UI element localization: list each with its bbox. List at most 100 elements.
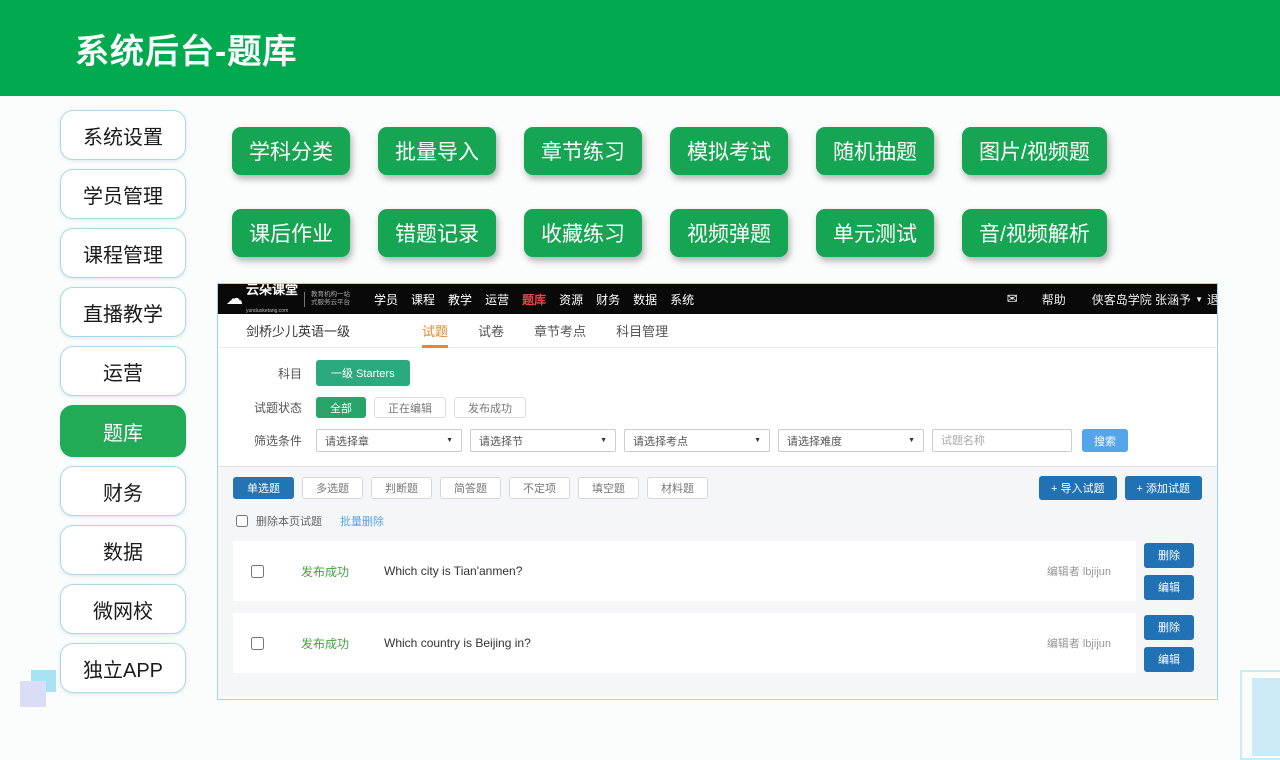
- feature-unit-test[interactable]: 单元测试: [816, 209, 934, 257]
- feature-favorite-practice[interactable]: 收藏练习: [524, 209, 642, 257]
- brand-logo[interactable]: ☁ 云朵课堂 yunduoketang.com 教育机构一站 式服务云平台: [226, 283, 350, 317]
- logout-link[interactable]: 退出: [1207, 291, 1218, 308]
- nav-data[interactable]: 数据: [633, 291, 657, 308]
- qtype-indefinite[interactable]: 不定项: [509, 477, 570, 499]
- question-editor: 编辑者 lbjijun: [1047, 635, 1111, 651]
- help-link[interactable]: 帮助: [1042, 291, 1066, 308]
- delete-question-button[interactable]: 删除: [1144, 543, 1194, 568]
- subject-tag[interactable]: 一级 Starters: [316, 360, 410, 386]
- chapter-select[interactable]: 请选择章 ▼: [316, 429, 462, 452]
- nav-teaching[interactable]: 教学: [448, 291, 472, 308]
- edit-question-button[interactable]: 编辑: [1144, 575, 1194, 600]
- delete-question-button[interactable]: 删除: [1144, 615, 1194, 640]
- cloud-icon: ☁: [226, 289, 243, 309]
- feature-mock-exam[interactable]: 模拟考试: [670, 127, 788, 175]
- nav-courses[interactable]: 课程: [411, 291, 435, 308]
- feature-subject-category[interactable]: 学科分类: [232, 127, 350, 175]
- question-actions: 删除 编辑: [1144, 541, 1202, 601]
- feature-wrong-question-record[interactable]: 错题记录: [378, 209, 496, 257]
- difficulty-select-value: 请选择难度: [787, 433, 842, 449]
- condition-filter-row: 筛选条件 请选择章 ▼ 请选择节 ▼ 请选择考点 ▼ 请选择难度 ▼ 搜索: [232, 429, 1217, 452]
- feature-chapter-practice[interactable]: 章节练习: [524, 127, 642, 175]
- question-row: 发布成功 Which country is Beijing in? 编辑者 lb…: [233, 613, 1202, 673]
- admin-topnav: ☁ 云朵课堂 yunduoketang.com 教育机构一站 式服务云平台 学员…: [218, 284, 1217, 314]
- nav-finance[interactable]: 财务: [596, 291, 620, 308]
- add-question-button[interactable]: + 添加试题: [1125, 476, 1202, 500]
- sidebar-item-course-management[interactable]: 课程管理: [60, 228, 186, 278]
- subnav-tabs: 试题 试卷 章节考点 科目管理: [422, 314, 668, 348]
- qtype-fill-blank[interactable]: 填空题: [578, 477, 639, 499]
- tab-papers[interactable]: 试卷: [478, 314, 504, 348]
- sidebar-item-live-teaching[interactable]: 直播教学: [60, 287, 186, 337]
- sidebar-item-system-settings[interactable]: 系统设置: [60, 110, 186, 160]
- feature-row-1: 学科分类 批量导入 章节练习 模拟考试 随机抽题 图片/视频题: [232, 127, 1222, 175]
- section-select-value: 请选择节: [479, 433, 523, 449]
- qtype-material[interactable]: 材料题: [647, 477, 708, 499]
- import-questions-button[interactable]: + 导入试题: [1039, 476, 1116, 500]
- sidebar-item-micro-school[interactable]: 微网校: [60, 584, 186, 634]
- admin-subnav: 剑桥少儿英语一级 试题 试卷 章节考点 科目管理: [218, 314, 1217, 348]
- feature-image-video-question[interactable]: 图片/视频题: [962, 127, 1107, 175]
- caret-down-icon: ▼: [908, 437, 915, 444]
- logo-divider: [304, 292, 305, 307]
- select-all-checkbox[interactable]: [236, 515, 248, 527]
- brand-name: 云朵课堂: [246, 283, 298, 297]
- question-text: Which country is Beijing in?: [384, 636, 531, 650]
- edit-question-button[interactable]: 编辑: [1144, 647, 1194, 672]
- nav-question-bank[interactable]: 题库: [522, 291, 546, 308]
- tab-questions[interactable]: 试题: [422, 314, 448, 348]
- sidebar-item-data[interactable]: 数据: [60, 525, 186, 575]
- nav-system[interactable]: 系统: [670, 291, 694, 308]
- question-status: 发布成功: [301, 563, 349, 580]
- question-type-row: 单选题 多选题 判断题 简答题 不定项 填空题 材料题 + 导入试题 + 添加试…: [233, 476, 1202, 500]
- sidebar-item-standalone-app[interactable]: 独立APP: [60, 643, 186, 693]
- nav-operations[interactable]: 运营: [485, 291, 509, 308]
- difficulty-select[interactable]: 请选择难度 ▼: [778, 429, 924, 452]
- sidebar-item-operations[interactable]: 运营: [60, 346, 186, 396]
- account-menu[interactable]: 侠客岛学院 张涵予: [1092, 291, 1191, 308]
- question-name-input[interactable]: [932, 429, 1072, 452]
- question-text: Which city is Tian'anmen?: [384, 564, 522, 578]
- qtype-multiple-choice[interactable]: 多选题: [302, 477, 363, 499]
- question-checkbox[interactable]: [251, 565, 264, 578]
- sidebar-item-question-bank[interactable]: 题库: [60, 405, 186, 457]
- status-all-button[interactable]: 全部: [316, 397, 366, 418]
- bulk-delete-link[interactable]: 批量删除: [340, 513, 384, 529]
- mail-icon[interactable]: ✉: [1007, 291, 1018, 307]
- qtype-short-answer[interactable]: 简答题: [440, 477, 501, 499]
- page-header: 系统后台-题库: [0, 0, 1280, 96]
- tab-subject-management[interactable]: 科目管理: [616, 314, 668, 348]
- search-button[interactable]: 搜索: [1082, 429, 1128, 452]
- caret-down-icon: ▼: [600, 437, 607, 444]
- feature-batch-import[interactable]: 批量导入: [378, 127, 496, 175]
- status-published-button[interactable]: 发布成功: [454, 397, 526, 418]
- section-select[interactable]: 请选择节 ▼: [470, 429, 616, 452]
- nav-students[interactable]: 学员: [374, 291, 398, 308]
- chevron-down-icon: ▼: [1195, 295, 1203, 304]
- admin-screenshot: ☁ 云朵课堂 yunduoketang.com 教育机构一站 式服务云平台 学员…: [217, 283, 1218, 700]
- question-editor: 编辑者 lbjijun: [1047, 563, 1111, 579]
- feature-buttons: 学科分类 批量导入 章节练习 模拟考试 随机抽题 图片/视频题 课后作业 错题记…: [232, 127, 1222, 291]
- subject-filter-row: 科目 一级 Starters: [232, 360, 1217, 386]
- feature-random-draw[interactable]: 随机抽题: [816, 127, 934, 175]
- feature-video-popup-question[interactable]: 视频弹题: [670, 209, 788, 257]
- condition-label: 筛选条件: [232, 432, 302, 449]
- nav-resources[interactable]: 资源: [559, 291, 583, 308]
- admin-topnav-menu: 学员 课程 教学 运营 题库 资源 财务 数据 系统: [374, 291, 694, 308]
- feature-audio-video-analysis[interactable]: 音/视频解析: [962, 209, 1107, 257]
- qtype-true-false[interactable]: 判断题: [371, 477, 432, 499]
- question-actions: 删除 编辑: [1144, 613, 1202, 673]
- sidebar: 系统设置 学员管理 课程管理 直播教学 运营 题库 财务 数据 微网校 独立AP…: [60, 110, 186, 702]
- sidebar-item-student-management[interactable]: 学员管理: [60, 169, 186, 219]
- tab-chapter-points[interactable]: 章节考点: [534, 314, 586, 348]
- feature-homework[interactable]: 课后作业: [232, 209, 350, 257]
- subject-label: 科目: [232, 365, 302, 382]
- qtype-single-choice[interactable]: 单选题: [233, 477, 294, 499]
- question-checkbox[interactable]: [251, 637, 264, 650]
- sidebar-item-finance[interactable]: 财务: [60, 466, 186, 516]
- status-editing-button[interactable]: 正在编辑: [374, 397, 446, 418]
- status-filter-row: 试题状态 全部 正在编辑 发布成功: [232, 397, 1217, 418]
- question-row-main: 发布成功 Which country is Beijing in? 编辑者 lb…: [233, 613, 1136, 673]
- point-select[interactable]: 请选择考点 ▼: [624, 429, 770, 452]
- decor-square-bottom-left-lavender: [20, 681, 46, 707]
